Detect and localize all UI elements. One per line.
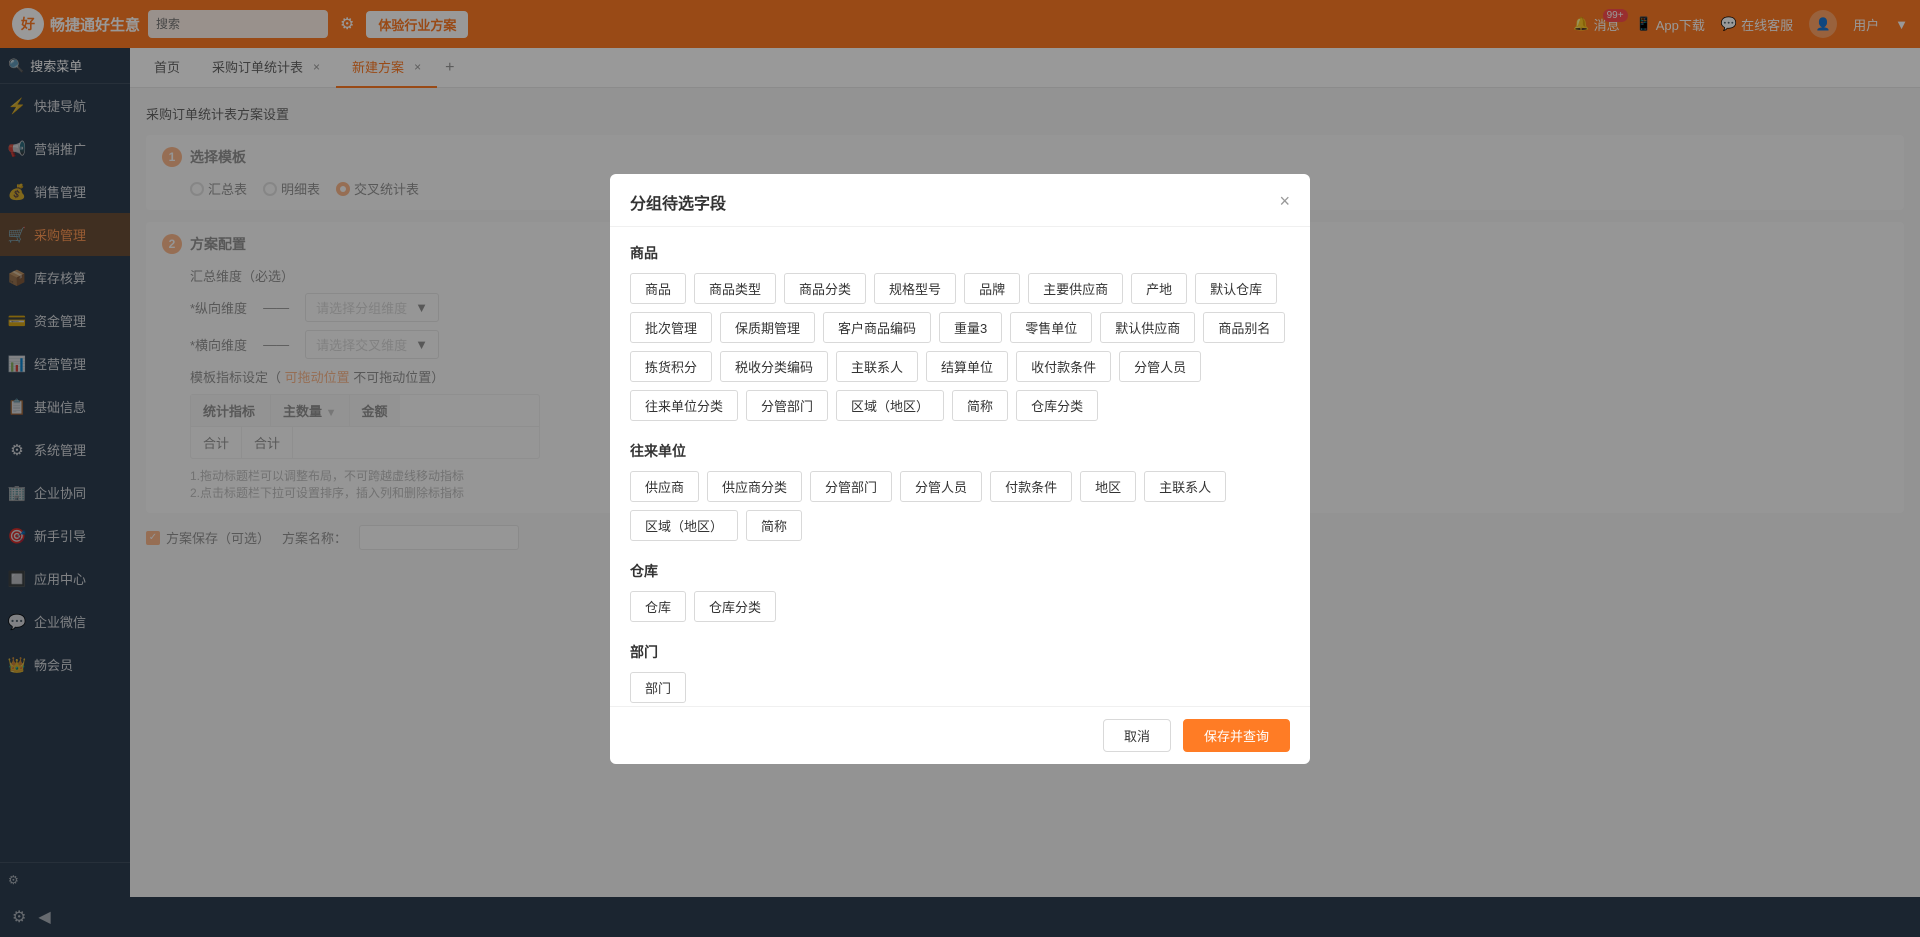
department-group-title: 部门 — [630, 642, 1290, 662]
field-tag[interactable]: 保质期管理 — [720, 312, 815, 343]
field-tag[interactable]: 供应商分类 — [707, 471, 802, 502]
warehouse-group-title: 仓库 — [630, 561, 1290, 581]
field-tag[interactable]: 商品别名 — [1203, 312, 1285, 343]
field-tag[interactable]: 零售单位 — [1010, 312, 1092, 343]
field-tag[interactable]: 商品 — [630, 273, 686, 304]
field-tag[interactable]: 产地 — [1131, 273, 1187, 304]
save-query-button[interactable]: 保存并查询 — [1183, 719, 1290, 752]
field-tag[interactable]: 商品分类 — [784, 273, 866, 304]
field-tag[interactable]: 简称 — [746, 510, 802, 541]
field-tag[interactable]: 批次管理 — [630, 312, 712, 343]
field-tag[interactable]: 分管人员 — [900, 471, 982, 502]
field-group-product: 商品 商品 商品类型 商品分类 规格型号 品牌 主要供应商 产地 默认仓库 批次… — [630, 243, 1290, 421]
field-tag[interactable]: 商品类型 — [694, 273, 776, 304]
counterpart-group-title: 往来单位 — [630, 441, 1290, 461]
field-tag[interactable]: 客户商品编码 — [823, 312, 931, 343]
field-tag[interactable]: 分管部门 — [810, 471, 892, 502]
field-tag[interactable]: 往来单位分类 — [630, 390, 738, 421]
dialog-close-button[interactable]: × — [1279, 191, 1290, 212]
field-tag[interactable]: 仓库 — [630, 591, 686, 622]
field-tag[interactable]: 仓库分类 — [1016, 390, 1098, 421]
cancel-button[interactable]: 取消 — [1103, 719, 1171, 752]
field-tag[interactable]: 拣货积分 — [630, 351, 712, 382]
field-tag[interactable]: 供应商 — [630, 471, 699, 502]
field-tag[interactable]: 主要供应商 — [1028, 273, 1123, 304]
field-group-counterpart: 往来单位 供应商 供应商分类 分管部门 分管人员 付款条件 地区 主联系人 区域… — [630, 441, 1290, 541]
product-group-title: 商品 — [630, 243, 1290, 263]
dialog-footer: 取消 保存并查询 — [610, 706, 1310, 764]
field-tag[interactable]: 主联系人 — [836, 351, 918, 382]
field-tag[interactable]: 规格型号 — [874, 273, 956, 304]
field-tag[interactable]: 重量3 — [939, 312, 1002, 343]
field-tag[interactable]: 税收分类编码 — [720, 351, 828, 382]
dialog-header: 分组待选字段 × — [610, 174, 1310, 227]
dialog-body: 商品 商品 商品类型 商品分类 规格型号 品牌 主要供应商 产地 默认仓库 批次… — [610, 227, 1310, 706]
field-tag[interactable]: 主联系人 — [1144, 471, 1226, 502]
field-tag[interactable]: 区域（地区） — [836, 390, 944, 421]
field-tag[interactable]: 仓库分类 — [694, 591, 776, 622]
field-tag[interactable]: 地区 — [1080, 471, 1136, 502]
dialog: 分组待选字段 × 商品 商品 商品类型 商品分类 规格型号 品牌 主要供应商 产… — [610, 174, 1310, 764]
field-tag[interactable]: 默认供应商 — [1100, 312, 1195, 343]
field-tag[interactable]: 部门 — [630, 672, 686, 703]
field-group-warehouse: 仓库 仓库 仓库分类 — [630, 561, 1290, 622]
product-field-tags: 商品 商品类型 商品分类 规格型号 品牌 主要供应商 产地 默认仓库 批次管理 … — [630, 273, 1290, 421]
field-group-department: 部门 部门 — [630, 642, 1290, 703]
dialog-title: 分组待选字段 — [630, 190, 726, 214]
field-tag[interactable]: 结算单位 — [926, 351, 1008, 382]
department-field-tags: 部门 — [630, 672, 1290, 703]
field-tag[interactable]: 区域（地区） — [630, 510, 738, 541]
field-tag[interactable]: 品牌 — [964, 273, 1020, 304]
field-tag[interactable]: 付款条件 — [990, 471, 1072, 502]
field-tag[interactable]: 简称 — [952, 390, 1008, 421]
field-tag[interactable]: 分管人员 — [1119, 351, 1201, 382]
counterpart-field-tags: 供应商 供应商分类 分管部门 分管人员 付款条件 地区 主联系人 区域（地区） … — [630, 471, 1290, 541]
modal-overlay: 分组待选字段 × 商品 商品 商品类型 商品分类 规格型号 品牌 主要供应商 产… — [0, 0, 1920, 937]
warehouse-field-tags: 仓库 仓库分类 — [630, 591, 1290, 622]
field-tag[interactable]: 分管部门 — [746, 390, 828, 421]
field-tag[interactable]: 收付款条件 — [1016, 351, 1111, 382]
field-tag[interactable]: 默认仓库 — [1195, 273, 1277, 304]
